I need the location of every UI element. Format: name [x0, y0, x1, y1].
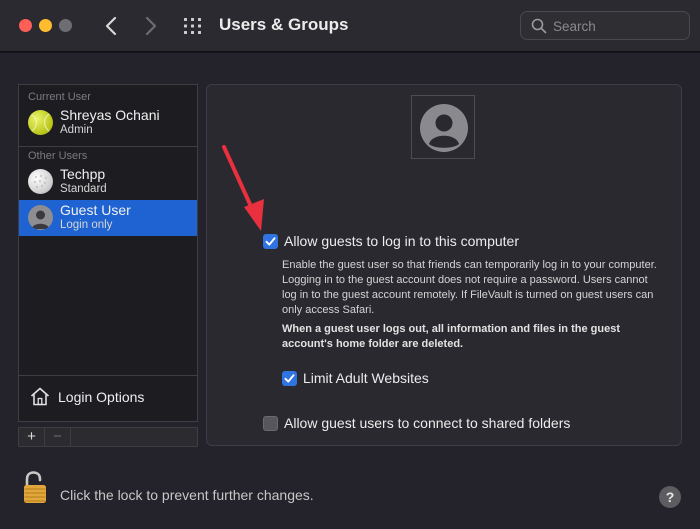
current-user-section-label: Current User [28, 91, 91, 103]
login-options-item[interactable]: Login Options [19, 375, 197, 419]
golf-ball-icon [33, 174, 48, 189]
tennis-ball-icon [31, 113, 50, 132]
user-role: Login only [60, 219, 113, 231]
search-input[interactable] [553, 17, 683, 35]
zoom-window-button[interactable] [59, 19, 72, 32]
lock-message: Click the lock to prevent further change… [60, 487, 314, 503]
user-silhouette-icon [31, 210, 50, 229]
show-all-button[interactable] [183, 17, 203, 35]
close-window-button[interactable] [19, 19, 32, 32]
add-user-button[interactable]: + [19, 428, 45, 446]
help-button[interactable]: ? [659, 486, 681, 508]
shared-folders-label[interactable]: Allow guest users to connect to shared f… [284, 415, 570, 431]
tennis-ball-avatar [28, 110, 53, 135]
user-name: Guest User [60, 202, 131, 218]
back-button[interactable] [104, 12, 118, 42]
grid-icon [184, 18, 201, 34]
user-row-techpp[interactable]: Techpp Standard [19, 164, 197, 200]
user-role: Admin [60, 124, 93, 136]
limit-adult-websites-label[interactable]: Limit Adult Websites [303, 370, 429, 386]
other-users-section-label: Other Users [28, 150, 88, 162]
checkmark-icon [265, 237, 276, 246]
window-title: Users & Groups [219, 15, 349, 34]
forward-button[interactable] [144, 12, 158, 42]
chevron-right-icon [145, 16, 157, 36]
search-icon [531, 18, 547, 34]
guest-avatar [28, 205, 53, 230]
user-row-shreyas[interactable]: Shreyas Ochani Admin [19, 105, 197, 141]
checkmark-icon [284, 374, 295, 383]
guest-warning: When a guest user logs out, all informat… [282, 323, 620, 350]
minimize-window-button[interactable] [39, 19, 52, 32]
search-field[interactable] [520, 11, 690, 40]
shared-folders-checkbox[interactable] [263, 416, 278, 431]
golf-ball-avatar [28, 169, 53, 194]
limit-adult-websites-checkbox[interactable] [282, 371, 297, 386]
guest-settings-panel: Allow guests to log in to this computer … [206, 84, 682, 446]
remove-user-button[interactable]: − [45, 428, 71, 446]
user-name: Shreyas Ochani [60, 107, 160, 123]
preference-pane: Current User Shreyas Ochani Admin Other … [0, 53, 700, 529]
allow-guests-label[interactable]: Allow guests to log in to this computer [284, 233, 519, 249]
user-silhouette-icon [420, 104, 468, 152]
divider [19, 146, 197, 147]
guest-description: Enable the guest user so that friends ca… [282, 259, 657, 316]
house-icon [30, 387, 50, 406]
unlocked-padlock-icon[interactable] [22, 471, 48, 505]
user-role: Standard [60, 183, 107, 195]
guest-picture[interactable] [411, 95, 475, 159]
login-options-label: Login Options [58, 389, 145, 405]
user-list: Current User Shreyas Ochani Admin Other … [18, 84, 198, 422]
title-bar: Users & Groups [0, 0, 700, 52]
add-remove-bar: + − [18, 427, 198, 447]
user-name: Techpp [60, 166, 106, 182]
chevron-left-icon [105, 16, 117, 36]
user-row-guest[interactable]: Guest User Login only [19, 200, 197, 236]
annotation-arrow-icon [222, 145, 264, 231]
